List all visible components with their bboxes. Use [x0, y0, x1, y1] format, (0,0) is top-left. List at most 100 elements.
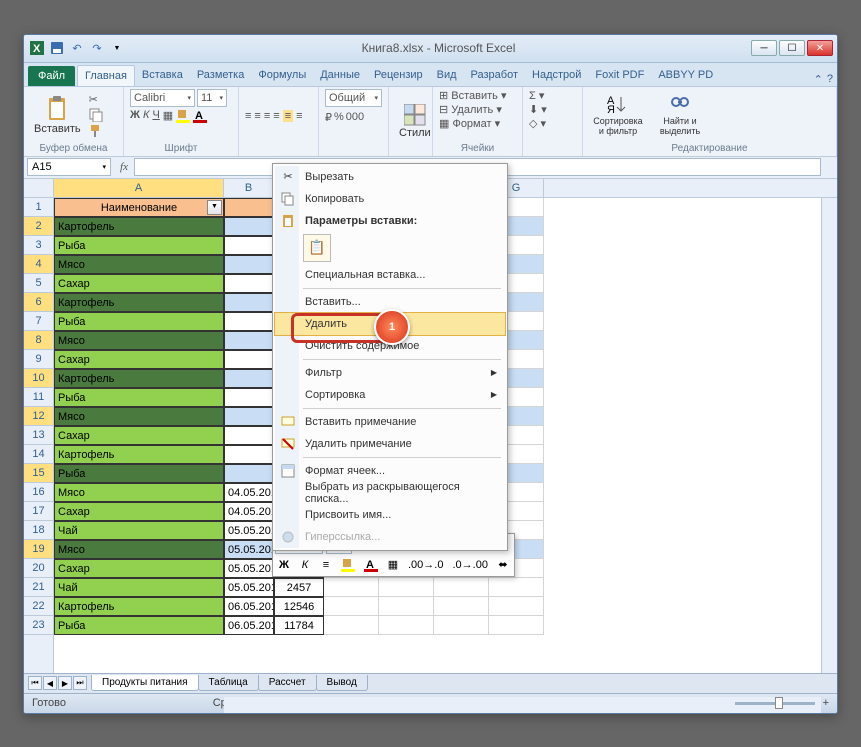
- row-header-9[interactable]: 9: [24, 350, 53, 369]
- cell-A21[interactable]: Чай: [54, 578, 224, 597]
- cell-G21[interactable]: [489, 578, 544, 597]
- ribbon-tab-6[interactable]: Вид: [430, 65, 464, 86]
- row-header-18[interactable]: 18: [24, 521, 53, 540]
- cell-A12[interactable]: Мясо: [54, 407, 224, 426]
- context-pick-from-list[interactable]: Выбрать из раскрывающегося списка...: [275, 482, 505, 504]
- row-header-17[interactable]: 17: [24, 502, 53, 521]
- filter-dropdown[interactable]: ▼: [207, 200, 222, 215]
- number-format-select[interactable]: Общий▾: [325, 89, 382, 107]
- underline-button[interactable]: Ч: [152, 109, 159, 123]
- ribbon-tab-0[interactable]: Главная: [77, 65, 135, 86]
- cell-B7[interactable]: [224, 312, 274, 331]
- row-header-22[interactable]: 22: [24, 597, 53, 616]
- context-filter[interactable]: Фильтр▶: [275, 362, 505, 384]
- cell-A3[interactable]: Рыба: [54, 236, 224, 255]
- ribbon-minimize-icon[interactable]: ⌃: [814, 73, 823, 86]
- cell-C23[interactable]: 11784: [274, 616, 324, 635]
- italic-button[interactable]: К: [143, 109, 149, 123]
- cell-G23[interactable]: [489, 616, 544, 635]
- sheet-tab-2[interactable]: Рассчет: [258, 675, 317, 691]
- cell-F22[interactable]: [434, 597, 489, 616]
- cell-A17[interactable]: Сахар: [54, 502, 224, 521]
- zoom-in-button[interactable]: +: [823, 697, 829, 709]
- cell-C21[interactable]: 2457: [274, 578, 324, 597]
- cell-A20[interactable]: Сахар: [54, 559, 224, 578]
- row-header-20[interactable]: 20: [24, 559, 53, 578]
- cell-A19[interactable]: Мясо: [54, 540, 224, 559]
- cell-B9[interactable]: [224, 350, 274, 369]
- context-delete-comment[interactable]: Удалить примечание: [275, 433, 505, 455]
- cell-D23[interactable]: [324, 616, 379, 635]
- ribbon-tab-1[interactable]: Вставка: [135, 65, 190, 86]
- cell-B8[interactable]: [224, 331, 274, 350]
- sheet-tab-1[interactable]: Таблица: [198, 675, 259, 691]
- context-copy[interactable]: Копировать: [275, 188, 505, 210]
- row-header-12[interactable]: 12: [24, 407, 53, 426]
- ribbon-tab-9[interactable]: Foxit PDF: [588, 65, 651, 86]
- column-header-A[interactable]: A: [54, 179, 224, 197]
- clear-icon[interactable]: ◇ ▾: [529, 117, 546, 130]
- row-header-5[interactable]: 5: [24, 274, 53, 293]
- cell-A22[interactable]: Картофель: [54, 597, 224, 616]
- align-center-icon[interactable]: ≡: [283, 110, 293, 122]
- cell-B19[interactable]: 05.05.2016: [224, 540, 274, 559]
- cell-E23[interactable]: [379, 616, 434, 635]
- cell-C22[interactable]: 12546: [274, 597, 324, 616]
- align-bottom-icon[interactable]: ≡: [264, 110, 270, 122]
- minimize-button[interactable]: ─: [751, 40, 777, 56]
- cell-B4[interactable]: [224, 255, 274, 274]
- help-icon[interactable]: ?: [827, 73, 833, 86]
- excel-icon[interactable]: X: [28, 39, 46, 57]
- row-header-21[interactable]: 21: [24, 578, 53, 597]
- cell-A18[interactable]: Чай: [54, 521, 224, 540]
- cell-B21[interactable]: 05.05.2016: [224, 578, 274, 597]
- sheet-nav-last[interactable]: ⏭: [73, 676, 87, 690]
- qat-dropdown-icon[interactable]: ▼: [108, 39, 126, 57]
- mini-merge[interactable]: ⬌: [494, 556, 512, 574]
- paste-button[interactable]: Вставить: [30, 94, 85, 137]
- row-header-7[interactable]: 7: [24, 312, 53, 331]
- mini-bold[interactable]: Ж: [275, 556, 293, 574]
- autosum-icon[interactable]: Σ ▾: [529, 89, 544, 102]
- row-header-19[interactable]: 19: [24, 540, 53, 559]
- percent-icon[interactable]: %: [334, 111, 344, 124]
- comma-icon[interactable]: 000: [346, 111, 364, 124]
- cell-A16[interactable]: Мясо: [54, 483, 224, 502]
- mini-italic[interactable]: К: [296, 556, 314, 574]
- find-select-button[interactable]: Найти и выделить: [651, 93, 709, 138]
- cell-A1[interactable]: Наименование▼: [54, 198, 224, 217]
- row-header-6[interactable]: 6: [24, 293, 53, 312]
- cell-G22[interactable]: [489, 597, 544, 616]
- cell-A7[interactable]: Рыба: [54, 312, 224, 331]
- row-header-2[interactable]: 2: [24, 217, 53, 236]
- maximize-button[interactable]: ☐: [779, 40, 805, 56]
- align-left-icon[interactable]: ≡: [273, 110, 279, 122]
- font-size-select[interactable]: 11▾: [197, 89, 227, 107]
- cell-B17[interactable]: 04.05.2016: [224, 502, 274, 521]
- ribbon-tab-7[interactable]: Разработ: [464, 65, 525, 86]
- cell-B22[interactable]: 06.05.2016: [224, 597, 274, 616]
- cell-B6[interactable]: [224, 293, 274, 312]
- mini-font-color[interactable]: A: [361, 556, 381, 574]
- cell-B14[interactable]: [224, 445, 274, 464]
- cell-F21[interactable]: [434, 578, 489, 597]
- row-header-4[interactable]: 4: [24, 255, 53, 274]
- cells-insert-button[interactable]: ⊞ Вставить ▾: [439, 89, 507, 102]
- sort-filter-button[interactable]: AЯСортировка и фильтр: [589, 93, 647, 138]
- cell-B11[interactable]: [224, 388, 274, 407]
- redo-icon[interactable]: ↷: [88, 39, 106, 57]
- ribbon-tab-4[interactable]: Данные: [313, 65, 367, 86]
- cell-B1[interactable]: [224, 198, 274, 217]
- cell-B5[interactable]: [224, 274, 274, 293]
- row-header-11[interactable]: 11: [24, 388, 53, 407]
- context-cut[interactable]: ✂Вырезать: [275, 166, 505, 188]
- font-name-select[interactable]: Calibri▾: [130, 89, 195, 107]
- row-header-16[interactable]: 16: [24, 483, 53, 502]
- context-define-name[interactable]: Присвоить имя...: [275, 504, 505, 526]
- sheet-nav-next[interactable]: ▶: [58, 676, 72, 690]
- paste-option-button[interactable]: 📋: [303, 234, 331, 262]
- ribbon-tab-8[interactable]: Надстрой: [525, 65, 588, 86]
- sheet-tab-3[interactable]: Вывод: [316, 675, 368, 691]
- cell-A14[interactable]: Картофель: [54, 445, 224, 464]
- font-color-button[interactable]: A: [193, 109, 207, 123]
